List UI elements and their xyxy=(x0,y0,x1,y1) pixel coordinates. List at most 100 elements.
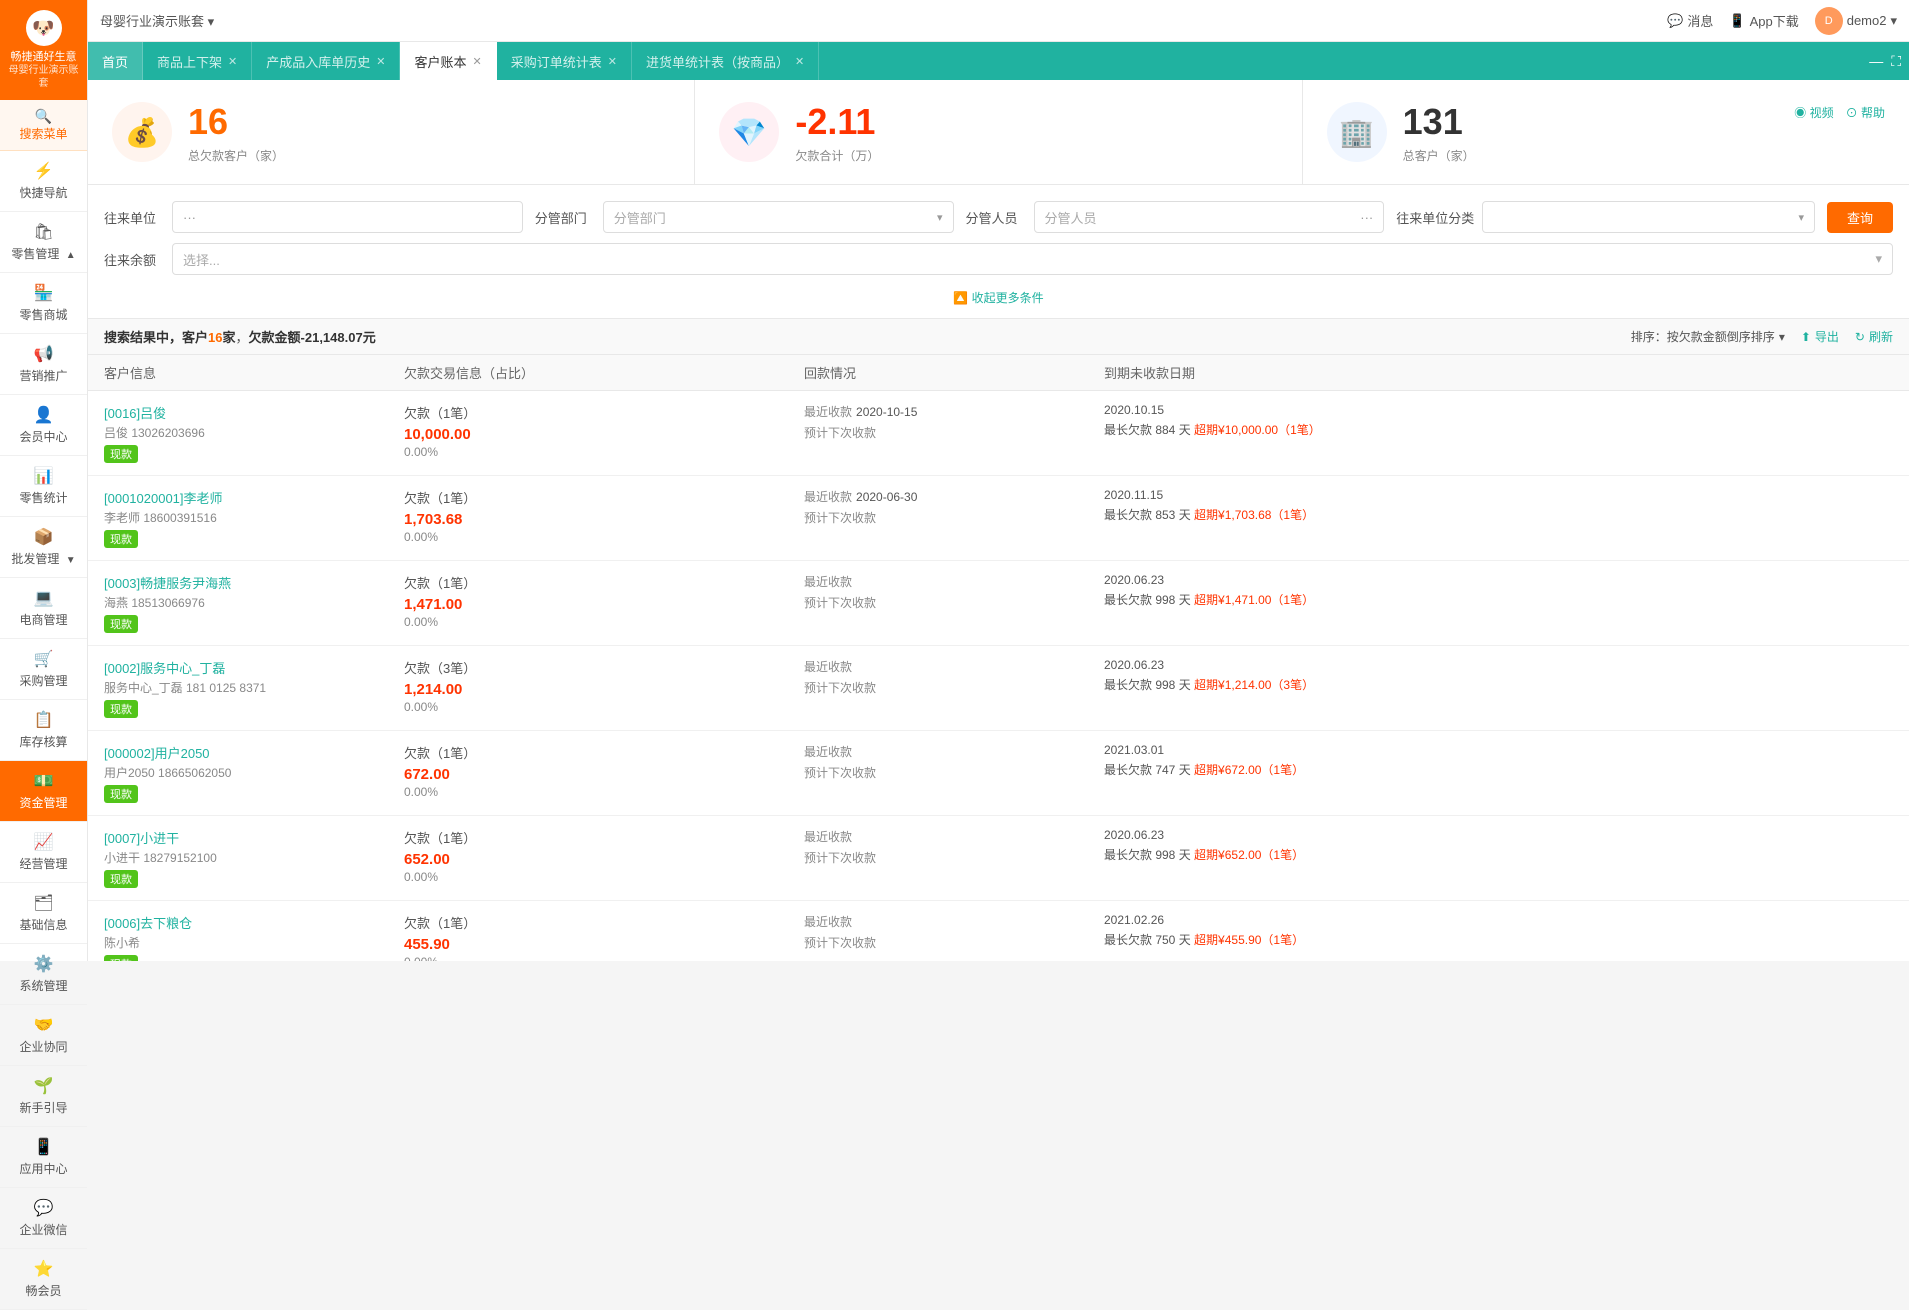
customer-name-3[interactable]: [0002]服务中心_丁磊 xyxy=(104,658,404,677)
tab-purchase-order[interactable]: 采购订单统计表 ✕ xyxy=(497,42,632,80)
customer-tag-0: 现款 xyxy=(104,445,138,463)
overdue-link-2[interactable]: 超期¥1,471.00（1笔） xyxy=(1194,593,1314,607)
dept-input[interactable]: 分管部门 ▾ xyxy=(603,201,954,233)
app-download-btn[interactable]: 📱 App下载 xyxy=(1729,11,1798,30)
sidebar-item-batch-mgmt[interactable]: 📦 批发管理 ▼ xyxy=(0,517,87,578)
sidebar-item-ecom[interactable]: 💻 电商管理 xyxy=(0,578,87,639)
debt-amount-0[interactable]: 10,000.00 xyxy=(404,426,476,443)
due-info-2: 2020.06.23 最长欠款 998 天 超期¥1,471.00（1笔） xyxy=(1104,573,1893,608)
debt-amount-3[interactable]: 1,214.00 xyxy=(404,681,476,698)
export-btn[interactable]: ⬆ 导出 xyxy=(1801,328,1839,345)
tab-inbound-stats[interactable]: 进货单统计表（按商品） ✕ xyxy=(632,42,819,80)
overdue-link-3[interactable]: 超期¥1,214.00（3笔） xyxy=(1194,678,1314,692)
tab-product-inbound-close[interactable]: ✕ xyxy=(376,55,385,68)
table-row: [0002]服务中心_丁磊 服务中心_丁磊 181 0125 8371 现款 欠… xyxy=(88,646,1909,731)
debt-count-0: 欠款（1笔） xyxy=(404,403,476,422)
refresh-btn[interactable]: ↻ 刷新 xyxy=(1855,328,1893,345)
col-header-customer: 客户信息 xyxy=(104,363,404,382)
overdue-link-0[interactable]: 超期¥10,000.00（1笔） xyxy=(1194,423,1321,437)
debt-amount-6[interactable]: 455.90 xyxy=(404,936,476,953)
recovery-info-4: 最近收款 预计下次收款 xyxy=(804,743,1104,781)
tab-customer-account-close[interactable]: ✕ xyxy=(473,55,482,68)
from-unit-label: 往来单位 xyxy=(104,208,164,227)
sidebar-item-ops[interactable]: 📈 经营管理 xyxy=(0,822,87,883)
customer-tag-5: 现款 xyxy=(104,870,138,888)
debt-customers-label: 总欠款客户（家） xyxy=(188,147,284,164)
customer-info-2: [0003]畅捷服务尹海燕 海燕 18513066976 现款 xyxy=(104,573,404,633)
sidebar-item-member-plus[interactable]: ⭐ 畅会员 xyxy=(0,1249,87,1310)
sidebar-item-marketing[interactable]: 📢 营销推广 xyxy=(0,334,87,395)
collapse-btn[interactable]: 🔼 收起更多条件 xyxy=(104,285,1893,310)
unit-category-input[interactable]: ▾ xyxy=(1482,201,1815,233)
sidebar-item-appcenter[interactable]: 📱 应用中心 xyxy=(0,1127,87,1188)
debt-amount-4[interactable]: 672.00 xyxy=(404,766,476,783)
debt-info-5: 欠款（1笔） 652.00 0.00% xyxy=(404,828,476,884)
tab-customer-account[interactable]: 客户账本 ✕ xyxy=(400,42,496,80)
sidebar-item-enterprise-wechat[interactable]: 💬 企业微信 xyxy=(0,1188,87,1249)
debt-customers-icon: 💰 xyxy=(112,102,172,162)
customer-name-2[interactable]: [0003]畅捷服务尹海燕 xyxy=(104,573,404,592)
balance-select[interactable]: 选择... ▾ xyxy=(172,243,1893,275)
table-header: 客户信息 欠款交易信息（占比） 回款情况 到期未收款日期 xyxy=(88,355,1909,391)
sidebar-item-member[interactable]: 👤 会员中心 xyxy=(0,395,87,456)
message-btn[interactable]: 💬 消息 xyxy=(1667,11,1713,30)
customer-name-4[interactable]: [000002]用户2050 xyxy=(104,743,404,762)
query-btn[interactable]: 查询 xyxy=(1827,202,1893,233)
sidebar-logo: 🐶 畅捷通好生意 母婴行业演示账套 xyxy=(0,0,87,100)
customer-name-0[interactable]: [0016]吕俊 xyxy=(104,403,404,422)
customer-name-5[interactable]: [0007]小进干 xyxy=(104,828,404,847)
sidebar-item-basic[interactable]: 🗂 基础信息 xyxy=(0,883,87,944)
recovery-info-1: 最近收款2020-06-30 预计下次收款 xyxy=(804,488,1104,526)
debt-amount-5[interactable]: 652.00 xyxy=(404,851,476,868)
balance-label: 往来余额 xyxy=(104,250,164,269)
sidebar-item-retail-store[interactable]: 🏪 零售商城 xyxy=(0,273,87,334)
customer-info-0: [0016]吕俊 吕俊 13026203696 现款 xyxy=(104,403,404,463)
tab-minimize-btn[interactable]: — xyxy=(1869,53,1883,69)
sidebar-item-shortcut[interactable]: ⚡ 快捷导航 xyxy=(0,151,87,212)
debt-info-1: 欠款（1笔） 1,703.68 0.00% xyxy=(404,488,476,544)
sidebar-item-retail-stats[interactable]: 📊 零售统计 xyxy=(0,456,87,517)
tab-home[interactable]: 首页 xyxy=(88,42,143,80)
tab-product-onoff-close[interactable]: ✕ xyxy=(228,55,237,68)
overdue-link-5[interactable]: 超期¥652.00（1笔） xyxy=(1194,848,1304,862)
debt-cell-2: 欠款（1笔） 1,471.00 0.00% xyxy=(404,573,804,629)
customer-name-6[interactable]: [0006]去下粮仓 xyxy=(104,913,404,932)
stat-info-debt-total: -2.11 欠款合计（万） xyxy=(795,100,879,164)
company-selector[interactable]: 母婴行业演示账套 ▾ xyxy=(100,11,214,30)
sidebar-item-newbie[interactable]: 🌱 新手引导 xyxy=(0,1066,87,1127)
overdue-link-1[interactable]: 超期¥1,703.68（1笔） xyxy=(1194,508,1314,522)
customer-name-1[interactable]: [0001020001]李老师 xyxy=(104,488,404,507)
sidebar-item-inventory[interactable]: 📋 库存核算 xyxy=(0,700,87,761)
debt-cell-6: 欠款（1笔） 455.90 0.00% xyxy=(404,913,804,961)
help-btn[interactable]: ⊙ 帮助 xyxy=(1846,104,1885,121)
recovery-info-5: 最近收款 预计下次收款 xyxy=(804,828,1104,866)
tab-product-onoff[interactable]: 商品上下架 ✕ xyxy=(143,42,252,80)
filter-row-2: 往来余额 选择... ▾ xyxy=(104,243,1893,275)
video-btn[interactable]: ◉ 视频 xyxy=(1794,104,1833,121)
debt-amount-1[interactable]: 1,703.68 xyxy=(404,511,476,528)
col-header-recovery: 回款情况 xyxy=(804,363,1104,382)
tab-maximize-btn[interactable]: ⛶ xyxy=(1891,53,1901,70)
tab-inbound-stats-close[interactable]: ✕ xyxy=(795,55,804,68)
stat-actions: ◉ 视频 ⊙ 帮助 xyxy=(1794,100,1885,121)
sort-btn[interactable]: 排序：按欠款金额倒序排序 ▾ xyxy=(1631,328,1785,345)
debt-total-value: -2.11 xyxy=(795,100,879,143)
from-unit-input[interactable]: ··· xyxy=(172,201,523,233)
sidebar-item-capital[interactable]: 💵 资金管理 xyxy=(0,761,87,822)
tabs-bar: 首页 商品上下架 ✕ 产成品入库单历史 ✕ 客户账本 ✕ 采购订单统计表 ✕ 进… xyxy=(88,42,1909,80)
sidebar-item-collab[interactable]: 🤝 企业协同 xyxy=(0,1005,87,1066)
sidebar-item-system[interactable]: ⚙️ 系统管理 xyxy=(0,944,87,1005)
topbar-left: 母婴行业演示账套 ▾ xyxy=(100,11,214,30)
overdue-link-6[interactable]: 超期¥455.90（1笔） xyxy=(1194,933,1304,947)
tab-product-inbound[interactable]: 产成品入库单历史 ✕ xyxy=(252,42,400,80)
person-input[interactable]: 分管人员 ··· xyxy=(1034,201,1385,233)
tab-purchase-order-close[interactable]: ✕ xyxy=(608,55,617,68)
sidebar-item-purchase[interactable]: 🛒 采购管理 xyxy=(0,639,87,700)
sidebar-item-retail-mgmt[interactable]: 🛍 零售管理 ▲ xyxy=(0,212,87,273)
user-menu[interactable]: D demo2 ▾ xyxy=(1815,7,1897,35)
sidebar-search[interactable]: 🔍 搜索菜单 xyxy=(0,100,87,151)
debt-customers-value: 16 xyxy=(188,100,284,143)
overdue-link-4[interactable]: 超期¥672.00（1笔） xyxy=(1194,763,1304,777)
debt-amount-2[interactable]: 1,471.00 xyxy=(404,596,476,613)
debt-total-icon: 💎 xyxy=(719,102,779,162)
